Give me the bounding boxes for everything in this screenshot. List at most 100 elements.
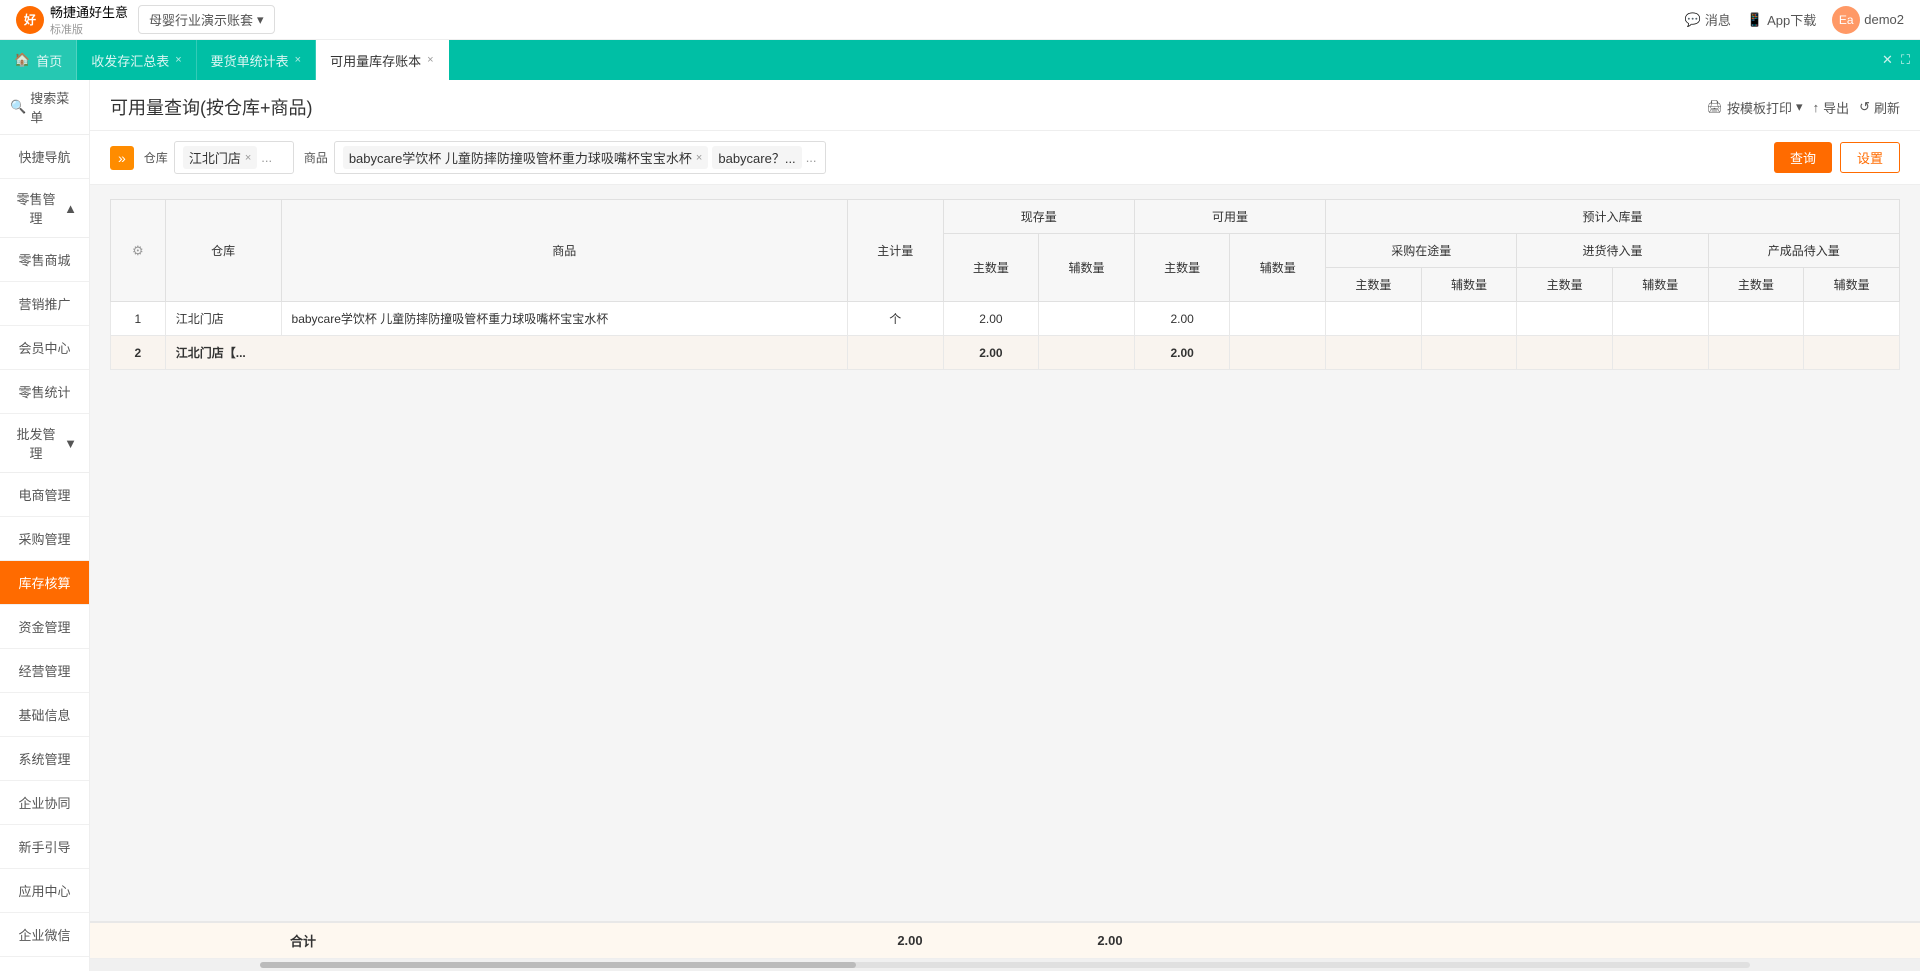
export-button[interactable]: ↑ 导出 <box>1813 98 1850 117</box>
cell-stock-aux <box>1039 302 1135 336</box>
cell-available-aux <box>1230 302 1326 336</box>
home-icon: 🏠 <box>14 52 30 68</box>
tab-summary-close[interactable]: × <box>175 54 181 66</box>
sidebar-item-finance[interactable]: 资金管理 <box>0 605 89 649</box>
scroll-bar-thumb[interactable] <box>260 962 856 968</box>
settings-icon[interactable]: ⚙ <box>132 243 144 258</box>
sidebar-item-basic-info[interactable]: 基础信息 <box>0 693 89 737</box>
sidebar-item-wechat[interactable]: 企业微信 <box>0 913 89 957</box>
cell-available-main: 2.00 <box>1134 302 1230 336</box>
sidebar-item-retail-mall[interactable]: 零售商城 <box>0 238 89 282</box>
sidebar-item-operations[interactable]: 经营管理 <box>0 649 89 693</box>
th-available-aux: 辅数量 <box>1230 234 1326 302</box>
th-settings[interactable]: ⚙ <box>111 200 166 302</box>
tab-summary[interactable]: 收发存汇总表 × <box>77 40 196 80</box>
th-product-main: 主数量 <box>1708 268 1804 302</box>
subtotal-available-aux <box>1230 336 1326 370</box>
sidebar-item-inventory[interactable]: 库存核算 <box>0 561 89 605</box>
tab-available-stock-close[interactable]: × <box>427 54 433 66</box>
sidebar-item-enterprise[interactable]: 企业协同 <box>0 781 89 825</box>
sidebar-item-retail-stats[interactable]: 零售统计 <box>0 370 89 414</box>
query-button[interactable]: 查询 <box>1774 142 1832 173</box>
expand-icon[interactable]: ⛶ <box>1901 52 1910 68</box>
sidebar-member-label: 会员中心 <box>18 338 70 357</box>
sidebar-item-ecommerce[interactable]: 电商管理 <box>0 473 89 517</box>
warehouse-more[interactable]: ... <box>261 150 272 165</box>
th-purchase-main: 主数量 <box>1326 268 1422 302</box>
sidebar-retail-mall-label: 零售商城 <box>18 250 70 269</box>
cell-product-aux <box>1804 302 1900 336</box>
page-title: 可用量查询(按仓库+商品) <box>110 94 313 120</box>
sidebar-item-guide[interactable]: 新手引导 <box>0 825 89 869</box>
sidebar-item-member[interactable]: 会员中心 <box>0 326 89 370</box>
warehouse-filter-input[interactable]: 江北门店 × ... <box>174 141 294 174</box>
refresh-label: 刷新 <box>1874 98 1900 117</box>
print-button[interactable]: 🖨 按模板打印 ▾ <box>1707 98 1803 117</box>
sidebar-item-retail-mgmt[interactable]: 零售管理 ▲ <box>0 179 89 238</box>
sidebar-wholesale-label: 批发管理 <box>12 424 60 462</box>
scroll-bar-area <box>90 959 1920 971</box>
subtotal-product-aux <box>1804 336 1900 370</box>
tab-order-stat-close[interactable]: × <box>295 54 301 66</box>
print-label: 按模板打印 <box>1727 98 1792 117</box>
filter-actions: 查询 设置 <box>1774 142 1900 173</box>
cell-stock-main: 2.00 <box>943 302 1039 336</box>
sidebar-quick-nav-label: 快捷导航 <box>18 147 70 166</box>
message-button[interactable]: 💬 消息 <box>1685 10 1731 29</box>
th-stock-main: 主数量 <box>943 234 1039 302</box>
footer-available-aux <box>1160 933 1260 948</box>
data-table: ⚙ 仓库 商品 主计量 现存量 可用量 预计入库量 主数量 辅数量 主数量 辅数… <box>110 199 1900 370</box>
cell-inbound-main <box>1517 302 1613 336</box>
sidebar-marketing-label: 营销推广 <box>18 294 70 313</box>
tab-summary-label: 收发存汇总表 <box>91 51 169 70</box>
product-more[interactable]: ... <box>806 150 817 165</box>
sidebar-retail-stats-label: 零售统计 <box>18 382 70 401</box>
user-area[interactable]: Ea demo2 <box>1832 6 1904 34</box>
main-layout: 🔍 搜索菜单 快捷导航 零售管理 ▲ 零售商城 营销推广 会员中心 零售统计 批… <box>0 80 1920 971</box>
message-label: 消息 <box>1705 10 1731 29</box>
warehouse-tag: 江北门店 × <box>183 146 257 169</box>
tab-order-stat[interactable]: 要货单统计表 × <box>197 40 316 80</box>
table-footer: 合计 2.00 2.00 <box>90 921 1920 959</box>
sidebar-item-app-center[interactable]: 应用中心 <box>0 869 89 913</box>
scroll-bar-track[interactable] <box>260 962 1750 968</box>
product-tag-2-value: babycare？... <box>718 148 795 167</box>
top-bar: 好 畅捷通好生意 标准版 母婴行业演示账套 ▾ 💬 消息 📱 App下载 Ea … <box>0 0 1920 40</box>
warehouse-tag-remove[interactable]: × <box>245 152 251 164</box>
sidebar-item-quick-nav[interactable]: 快捷导航 <box>0 135 89 179</box>
sidebar-item-vip[interactable]: 畅会员 <box>0 957 89 971</box>
sidebar: 🔍 搜索菜单 快捷导航 零售管理 ▲ 零售商城 营销推广 会员中心 零售统计 批… <box>0 80 90 971</box>
filter-expand-button[interactable]: » <box>110 146 134 170</box>
product-filter-input[interactable]: babycare学饮杯 儿童防摔防撞吸管杯重力球吸嘴杯宝宝水杯 × babyca… <box>334 141 826 174</box>
product-tag-1-remove[interactable]: × <box>696 152 702 164</box>
username-label: demo2 <box>1864 12 1904 27</box>
th-product-group: 产成品待入量 <box>1708 234 1899 268</box>
industry-selector[interactable]: 母婴行业演示账套 ▾ <box>138 5 275 34</box>
sidebar-item-purchase[interactable]: 采购管理 <box>0 517 89 561</box>
refresh-icon: ↺ <box>1859 99 1870 115</box>
sidebar-item-wholesale[interactable]: 批发管理 ▼ <box>0 414 89 473</box>
th-purchase-group: 采购在途量 <box>1326 234 1517 268</box>
subtotal-purchase-main <box>1326 336 1422 370</box>
sidebar-purchase-label: 采购管理 <box>18 529 70 548</box>
product-tag-1-value: babycare学饮杯 儿童防摔防撞吸管杯重力球吸嘴杯宝宝水杯 <box>349 148 692 167</box>
content-area: 可用量查询(按仓库+商品) 🖨 按模板打印 ▾ ↑ 导出 ↺ 刷新 » <box>90 80 1920 971</box>
tab-home[interactable]: 🏠 首页 <box>0 40 77 80</box>
sidebar-search[interactable]: 🔍 搜索菜单 <box>0 80 89 135</box>
tab-order-stat-label: 要货单统计表 <box>211 51 289 70</box>
subtotal-stock-main: 2.00 <box>943 336 1039 370</box>
close-tabs-icon[interactable]: ✕ <box>1882 52 1893 68</box>
setting-button[interactable]: 设置 <box>1840 142 1900 173</box>
chevron-icon-2: ▼ <box>64 436 77 451</box>
sidebar-enterprise-label: 企业协同 <box>18 793 70 812</box>
product-tag-1: babycare学饮杯 儿童防摔防撞吸管杯重力球吸嘴杯宝宝水杯 × <box>343 146 709 169</box>
refresh-button[interactable]: ↺ 刷新 <box>1859 98 1900 117</box>
sidebar-item-marketing[interactable]: 营销推广 <box>0 282 89 326</box>
subtotal-row: 2 江北门店【... 2.00 2.00 <box>111 336 1900 370</box>
sidebar-finance-label: 资金管理 <box>18 617 70 636</box>
tab-available-stock[interactable]: 可用量库存账本 × <box>316 40 448 80</box>
sidebar-item-system[interactable]: 系统管理 <box>0 737 89 781</box>
footer-purchase-main <box>1260 933 1360 948</box>
app-download-button[interactable]: 📱 App下载 <box>1747 10 1816 29</box>
th-product: 商品 <box>281 200 847 302</box>
